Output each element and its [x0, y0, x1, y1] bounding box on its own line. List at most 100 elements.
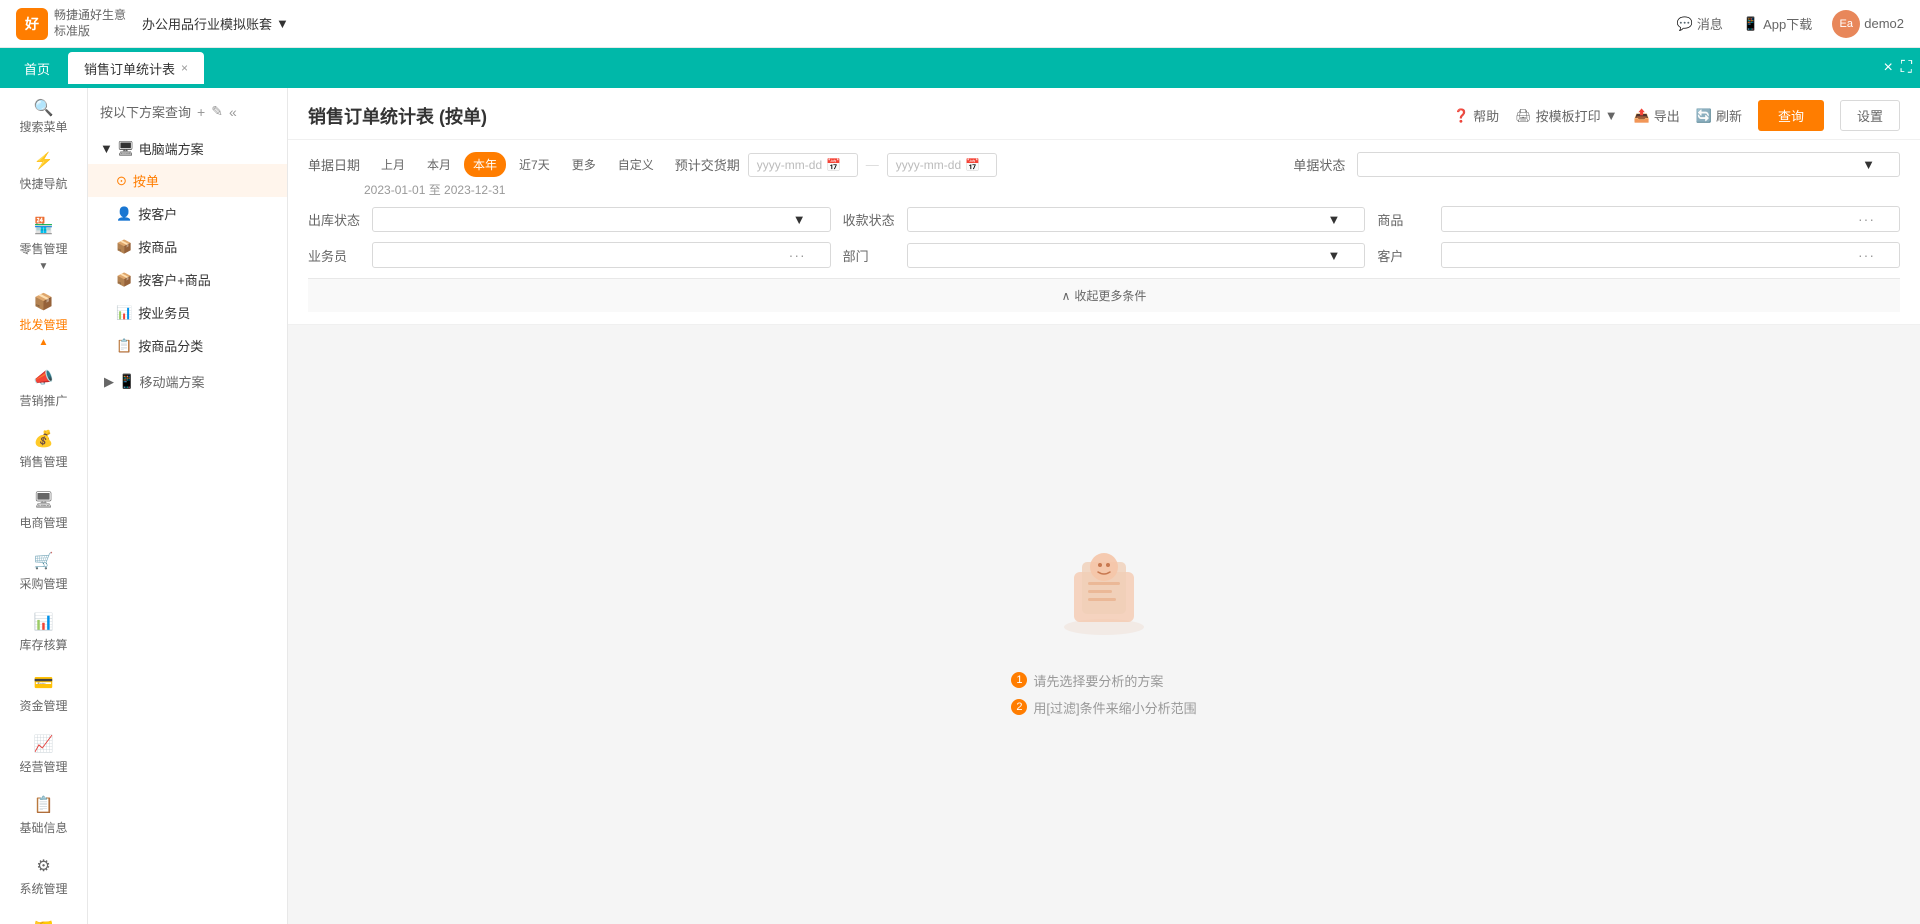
avatar: Ea [1832, 10, 1860, 38]
export-icon: 📤 [1634, 108, 1650, 124]
scheme-group-desktop-header[interactable]: ▼ 🖥 电脑端方案 [88, 133, 287, 164]
customer-more-icon[interactable]: ··· [1858, 247, 1875, 263]
filter-area: 单据日期 上月 本月 本年 近7天 更多 自定义 预计交货期 [288, 140, 1920, 325]
scheme-item-by-customer[interactable]: 👤 按客户 [88, 197, 287, 230]
chevron-down-icon: ▼ [1327, 212, 1340, 227]
empty-illustration [1044, 532, 1164, 655]
date-this-month-btn[interactable]: 本月 [418, 152, 460, 177]
filter-row-1: 单据日期 上月 本月 本年 近7天 更多 自定义 预计交货期 [308, 152, 1900, 177]
sidebar-item-ecommerce[interactable]: 🖥 电商管理 [0, 480, 87, 541]
tab-close-icon[interactable]: × [181, 61, 188, 75]
export-button[interactable]: 📤 导出 [1634, 106, 1680, 125]
page-title: 销售订单统计表 (按单) [308, 103, 487, 129]
user-profile[interactable]: Ea demo2 [1832, 10, 1904, 38]
help-button[interactable]: ❓ 帮助 [1453, 106, 1499, 125]
sidebar-item-marketing[interactable]: 📣 营销推广 [0, 358, 87, 419]
pay-status-select[interactable]: ▼ [907, 207, 1366, 232]
add-scheme-button[interactable]: + [197, 104, 205, 120]
combo-icon: 📦 [116, 272, 132, 288]
message-button[interactable]: 💬 消息 [1677, 14, 1723, 33]
scheme-item-by-order[interactable]: ⊙ 按单 [88, 164, 287, 197]
customer-select[interactable]: ··· [1441, 242, 1900, 268]
scheme-item-by-goods[interactable]: 📦 按商品 [88, 230, 287, 263]
sidebar-search[interactable]: 🔍 搜索菜单 [0, 88, 87, 141]
quick-nav-icon: ⚡ [34, 151, 54, 171]
date-more-btn[interactable]: 更多 [563, 152, 605, 177]
sidebar-item-system[interactable]: ⚙ 系统管理 [0, 846, 87, 907]
sidebar-item-wholesale[interactable]: 📦 批发管理 ▲ [0, 282, 87, 358]
sidebar-item-finance[interactable]: 💳 资金管理 [0, 663, 87, 724]
sidebar-item-sales[interactable]: 💰 销售管理 [0, 419, 87, 480]
sidebar-item-basic-info[interactable]: 📋 基础信息 [0, 785, 87, 846]
date-custom-btn[interactable]: 自定义 [609, 152, 663, 177]
status-filter: 单据状态 ▼ [1293, 152, 1900, 177]
print-dropdown-icon: ▼ [1605, 108, 1618, 123]
sidebar: 🔍 搜索菜单 ⚡ 快捷导航 🏪 零售管理 ▼ 📦 批发管理 ▲ 📣 营销推广 💰… [0, 88, 88, 924]
top-bar-right: 💬 消息 📱 App下载 Ea demo2 [1677, 10, 1904, 38]
top-bar-left: 好 畅捷通好生意 标准版 办公用品行业模拟账套 ▼ [16, 8, 297, 40]
pay-status-filter: 收款状态 ▼ [843, 207, 1366, 232]
calendar-icon: 📅 [826, 158, 841, 172]
chevron-down-icon: ▼ [793, 212, 806, 227]
expected-date-from-input[interactable]: yyyy-mm-dd 📅 [748, 153, 858, 177]
empty-state: 1 请先选择要分析的方案 2 用[过滤]条件来缩小分析范围 [288, 325, 1920, 924]
out-status-filter: 出库状态 ▼ [308, 207, 831, 232]
date-filter-group: 单据日期 上月 本月 本年 近7天 更多 自定义 [308, 152, 663, 177]
logo-icon: 好 [16, 8, 48, 40]
edit-scheme-button[interactable]: ✎ [211, 103, 223, 120]
sidebar-item-cooperation[interactable]: 🤝 企业协同 [0, 907, 87, 924]
sidebar-item-retail[interactable]: 🏪 零售管理 ▼ [0, 206, 87, 282]
help-icon: ❓ [1453, 108, 1469, 124]
out-status-select[interactable]: ▼ [372, 207, 831, 232]
tab-home[interactable]: 首页 [8, 52, 66, 84]
chevron-down-icon: ▼ [1327, 248, 1340, 263]
app-download-button[interactable]: 📱 App下载 [1743, 14, 1812, 33]
date-last-7-btn[interactable]: 近7天 [510, 152, 559, 177]
calendar-icon-2: 📅 [965, 158, 980, 172]
chevron-up-icon: ∧ [1062, 289, 1071, 303]
tab-sales-order[interactable]: 销售订单统计表 × [68, 52, 204, 84]
company-selector[interactable]: 办公用品行业模拟账套 ▼ [134, 14, 297, 33]
print-button[interactable]: 🖨 按模板打印 ▼ [1515, 106, 1617, 125]
tab-bar-actions: × ⛶ [1883, 59, 1912, 77]
salesperson-more-icon[interactable]: ··· [789, 247, 806, 263]
panel-toolbar: 按以下方案查询 + ✎ « [88, 96, 287, 129]
collapse-panel-button[interactable]: « [229, 104, 237, 120]
goods-more-icon[interactable]: ··· [1858, 211, 1875, 227]
scheme-group-mobile-header[interactable]: ▶ 📱 移动端方案 [88, 366, 287, 397]
sidebar-item-inventory[interactable]: 📊 库存核算 [0, 602, 87, 663]
content-area: 按以下方案查询 + ✎ « ▼ 🖥 电脑端方案 ⊙ 按单 👤 按客户 [88, 88, 1920, 924]
expected-date-to-input[interactable]: yyyy-mm-dd 📅 [887, 153, 997, 177]
main-header: 销售订单统计表 (按单) ❓ 帮助 🖨 按模板打印 ▼ 📤 导 [288, 88, 1920, 140]
collapse-filters-button[interactable]: ∧ 收起更多条件 [308, 278, 1900, 312]
salesperson-select[interactable]: ··· [372, 242, 831, 268]
date-last-month-btn[interactable]: 上月 [372, 152, 414, 177]
print-icon: 🖨 [1515, 108, 1532, 124]
tab-maximize-icon[interactable]: ⛶ [1901, 59, 1912, 77]
sidebar-item-operations[interactable]: 📈 经营管理 [0, 724, 87, 785]
sidebar-item-purchase[interactable]: 🛒 采购管理 [0, 541, 87, 602]
header-actions: ❓ 帮助 🖨 按模板打印 ▼ 📤 导出 🔄 刷新 [1453, 100, 1900, 131]
goods-select[interactable]: ··· [1441, 206, 1900, 232]
settings-button[interactable]: 设置 [1840, 100, 1900, 131]
empty-tip-2: 2 用[过滤]条件来缩小分析范围 [1011, 698, 1196, 717]
radio-icon: ⊙ [116, 173, 127, 189]
sidebar-item-quick-nav[interactable]: ⚡ 快捷导航 [0, 141, 87, 202]
dept-select[interactable]: ▼ [907, 243, 1366, 268]
expected-date-filter: 预计交货期 yyyy-mm-dd 📅 — yyyy-mm-dd 📅 [675, 153, 1282, 177]
tab-bar: 首页 销售订单统计表 × × ⛶ [0, 48, 1920, 88]
chevron-down-icon: ▼ [276, 16, 289, 31]
tab-minimize-icon[interactable]: × [1883, 59, 1892, 77]
scheme-item-by-salesperson[interactable]: 📊 按业务员 [88, 296, 287, 329]
refresh-button[interactable]: 🔄 刷新 [1696, 106, 1742, 125]
main-layout: 🔍 搜索菜单 ⚡ 快捷导航 🏪 零售管理 ▼ 📦 批发管理 ▲ 📣 营销推广 💰… [0, 88, 1920, 924]
bar-chart-icon: 📊 [116, 305, 132, 321]
date-this-year-btn[interactable]: 本年 [464, 152, 506, 177]
status-select[interactable]: ▼ [1357, 152, 1900, 177]
scheme-item-by-category[interactable]: 📋 按商品分类 [88, 329, 287, 362]
date-range-display: 2023-01-01 至 2023-12-31 [308, 181, 1900, 198]
chevron-down-icon: ▼ [1862, 157, 1875, 172]
search-button[interactable]: 查询 [1758, 100, 1824, 131]
scheme-item-by-customer-goods[interactable]: 📦 按客户+商品 [88, 263, 287, 296]
top-bar: 好 畅捷通好生意 标准版 办公用品行业模拟账套 ▼ 💬 消息 📱 App下载 E… [0, 0, 1920, 48]
